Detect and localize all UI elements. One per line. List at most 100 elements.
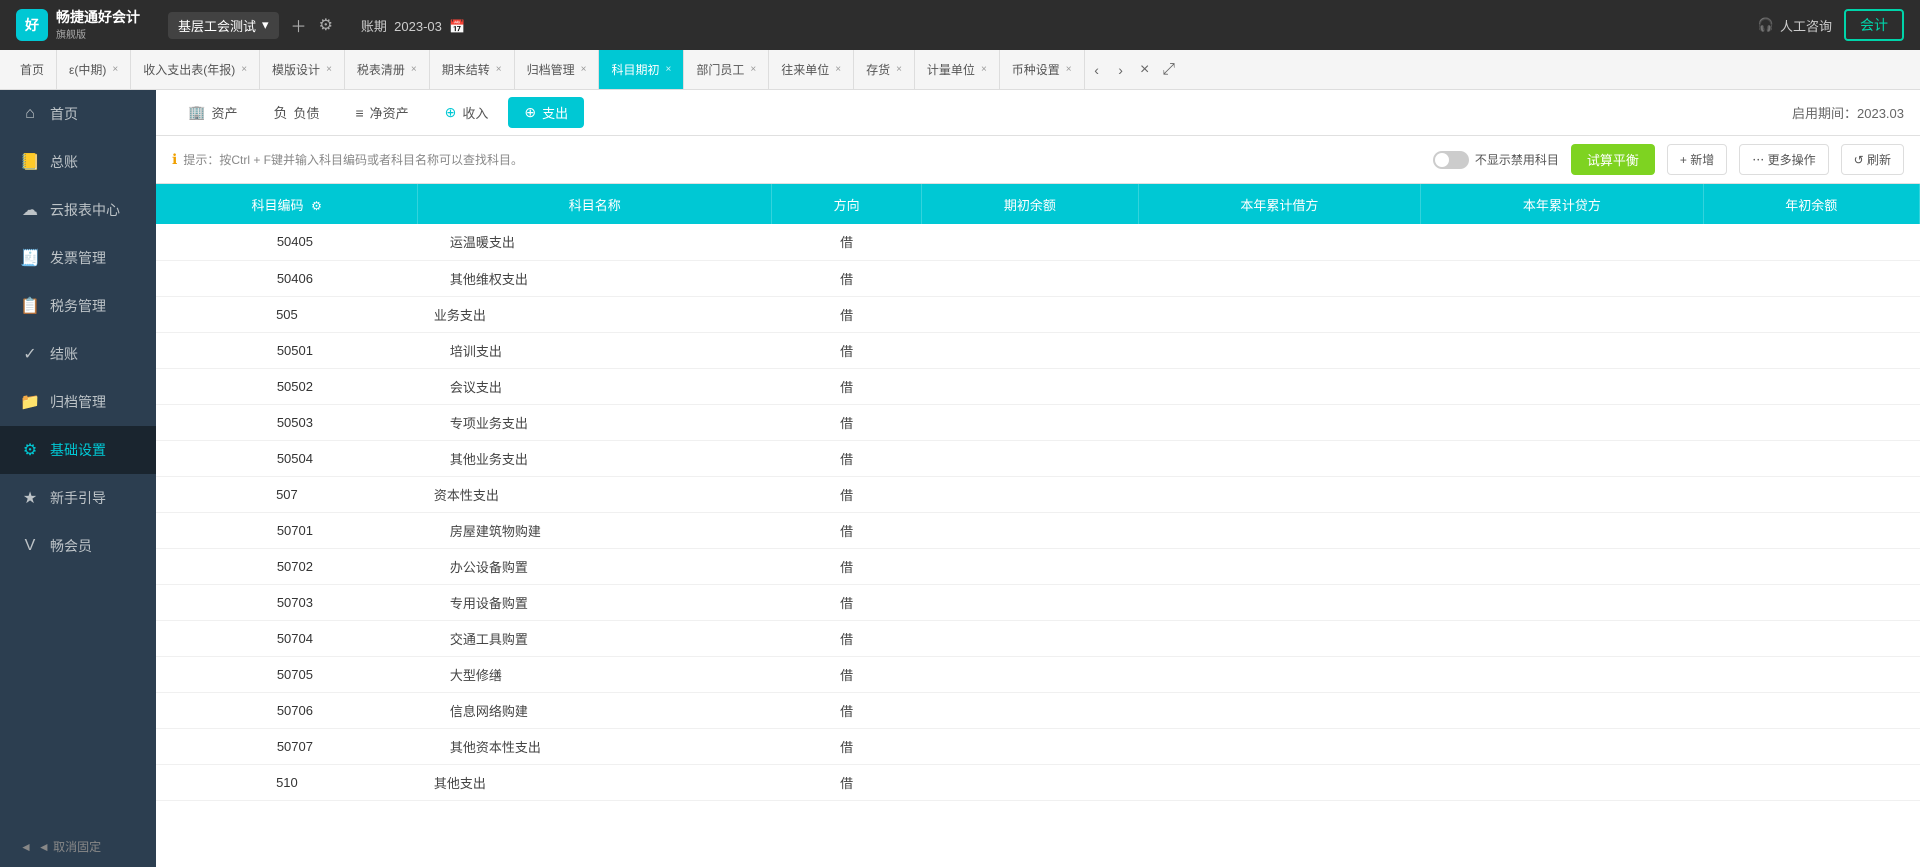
cell-ytd-debit <box>1138 512 1421 548</box>
customer-service-btn[interactable]: 🎧 人工咨询 <box>1758 16 1832 35</box>
sidebar-item-archive[interactable]: 📁 归档管理 <box>0 378 156 426</box>
company-name: 基层工会测试 <box>178 16 256 35</box>
tab-close-icon[interactable]: × <box>981 64 987 75</box>
sub-tab-liability[interactable]: 负 负债 <box>257 97 335 129</box>
tab-close-icon[interactable]: × <box>1066 64 1072 75</box>
tab-tax[interactable]: 税表清册 × <box>345 50 430 89</box>
cell-direction: 借 <box>772 332 922 368</box>
tab-close-icon[interactable]: × <box>750 64 756 75</box>
tab-supplier[interactable]: 往来单位 × <box>769 50 854 89</box>
table-row[interactable]: 50707 其他资本性支出 借 <box>156 728 1920 764</box>
sub-tab-net-asset[interactable]: ≡ 净资产 <box>339 97 424 128</box>
sidebar-collapse-btn[interactable]: ◄ ◄ 取消固定 <box>0 826 156 867</box>
tab-next-btn[interactable]: › <box>1109 50 1133 89</box>
sidebar-item-vip[interactable]: V 畅会员 <box>0 522 156 570</box>
toggle-disabled[interactable]: 不显示禁用科目 <box>1433 151 1559 169</box>
tab-close-icon[interactable]: × <box>896 64 902 75</box>
sidebar-item-invoice[interactable]: 🧾 发票管理 <box>0 234 156 282</box>
tab-inventory[interactable]: 存货 × <box>854 50 915 89</box>
table-row[interactable]: 50704 交通工具购置 借 <box>156 620 1920 656</box>
table-row[interactable]: 50504 其他业务支出 借 <box>156 440 1920 476</box>
toggle-label: 不显示禁用科目 <box>1475 151 1559 168</box>
table-row[interactable]: 50502 会议支出 借 <box>156 368 1920 404</box>
liability-icon: 负 <box>273 103 287 123</box>
cell-ytd-debit <box>1138 656 1421 692</box>
tab-close-icon[interactable]: × <box>411 64 417 75</box>
tab-currency[interactable]: 币种设置 × <box>1000 50 1085 89</box>
cell-direction: 借 <box>772 692 922 728</box>
info-icon: ℹ <box>172 151 177 168</box>
tab-subject-init[interactable]: 科目期初 × <box>599 50 684 89</box>
tab-label: 部门员工 <box>696 61 744 78</box>
cell-ytd-credit <box>1421 296 1704 332</box>
sidebar-item-report[interactable]: ☁ 云报表中心 <box>0 186 156 234</box>
calendar-icon[interactable]: 📅 <box>449 19 465 34</box>
cell-opening <box>922 728 1138 764</box>
tab-prev-btn[interactable]: ‹ <box>1085 50 1109 89</box>
cell-code: 50707 <box>156 728 418 764</box>
cell-year-opening <box>1703 224 1919 260</box>
sidebar-item-checkout[interactable]: ✓ 结账 <box>0 330 156 378</box>
table-row[interactable]: 50702 办公设备购置 借 <box>156 548 1920 584</box>
tab-dept[interactable]: 部门员工 × <box>684 50 769 89</box>
table-row[interactable]: 50706 信息网络购建 借 <box>156 692 1920 728</box>
cell-direction: 借 <box>772 476 922 512</box>
cell-opening <box>922 656 1138 692</box>
tab-archive[interactable]: 归档管理 × <box>515 50 600 89</box>
add-company-icon[interactable]: ＋ <box>291 13 307 37</box>
tab-income-year[interactable]: 收入支出表(年报) × <box>131 50 260 89</box>
sidebar-item-basic[interactable]: ⚙ 基础设置 <box>0 426 156 474</box>
sidebar-item-home[interactable]: ⌂ 首页 <box>0 90 156 138</box>
toggle-track[interactable] <box>1433 151 1469 169</box>
sidebar-item-ledger[interactable]: 📒 总账 <box>0 138 156 186</box>
tab-close-icon[interactable]: × <box>326 64 332 75</box>
tab-close-all-btn[interactable]: × <box>1133 50 1157 89</box>
table-row[interactable]: 50406 其他维权支出 借 <box>156 260 1920 296</box>
cell-year-opening <box>1703 692 1919 728</box>
refresh-button[interactable]: ↺ 刷新 <box>1841 144 1904 175</box>
tab-label: 收入支出表(年报) <box>143 61 235 78</box>
sidebar-item-tax[interactable]: 📋 税务管理 <box>0 282 156 330</box>
sub-tab-expense[interactable]: ⊕ 支出 <box>508 97 584 128</box>
table-row[interactable]: 50501 培训支出 借 <box>156 332 1920 368</box>
tab-close-icon[interactable]: × <box>112 64 118 75</box>
tab-close-icon[interactable]: × <box>666 64 672 75</box>
table-row[interactable]: 50405 运温暖支出 借 <box>156 224 1920 260</box>
account-button[interactable]: 会计 <box>1844 9 1904 41</box>
cell-ytd-credit <box>1421 476 1704 512</box>
tab-template[interactable]: 模版设计 × <box>260 50 345 89</box>
table-row[interactable]: 505 业务支出 借 <box>156 296 1920 332</box>
tab-close-icon[interactable]: × <box>835 64 841 75</box>
tab-maximize-btn[interactable]: ⤢ <box>1157 50 1181 89</box>
tab-unit[interactable]: 计量单位 × <box>915 50 1000 89</box>
sub-tab-income[interactable]: ⊕ 收入 <box>429 97 505 128</box>
more-button[interactable]: ⋯ 更多操作 <box>1739 144 1828 175</box>
tab-profit[interactable]: ε(中期) × <box>57 50 131 89</box>
tab-period-end[interactable]: 期末结转 × <box>430 50 515 89</box>
tab-home[interactable]: 首页 <box>8 50 57 89</box>
settings-icon: ⚙ <box>20 440 40 460</box>
table-row[interactable]: 510 其他支出 借 <box>156 764 1920 800</box>
trial-balance-button[interactable]: 试算平衡 <box>1571 144 1655 175</box>
tab-label: 税表清册 <box>357 61 405 78</box>
sub-tab-asset[interactable]: 🏢 资产 <box>172 97 253 128</box>
table-row[interactable]: 50703 专用设备购置 借 <box>156 584 1920 620</box>
table-row[interactable]: 50705 大型修缮 借 <box>156 656 1920 692</box>
col-settings-icon[interactable]: ⚙ <box>311 199 322 213</box>
cell-direction: 借 <box>772 512 922 548</box>
tab-close-icon[interactable]: × <box>581 64 587 75</box>
cell-direction: 借 <box>772 224 922 260</box>
cell-code: 50503 <box>156 404 418 440</box>
table-row[interactable]: 507 资本性支出 借 <box>156 476 1920 512</box>
tab-close-icon[interactable]: × <box>496 64 502 75</box>
table-row[interactable]: 50701 房屋建筑物购建 借 <box>156 512 1920 548</box>
cell-opening <box>922 332 1138 368</box>
sub-tab-label: 支出 <box>542 103 568 122</box>
table-row[interactable]: 50503 专项业务支出 借 <box>156 404 1920 440</box>
add-button[interactable]: + 新增 <box>1667 144 1727 175</box>
company-selector[interactable]: 基层工会测试 ▾ <box>168 12 279 39</box>
net-asset-icon: ≡ <box>355 105 363 121</box>
tab-close-icon[interactable]: × <box>241 64 247 75</box>
settings-icon[interactable]: ⚙ <box>319 15 333 35</box>
sidebar-item-guide[interactable]: ★ 新手引导 <box>0 474 156 522</box>
